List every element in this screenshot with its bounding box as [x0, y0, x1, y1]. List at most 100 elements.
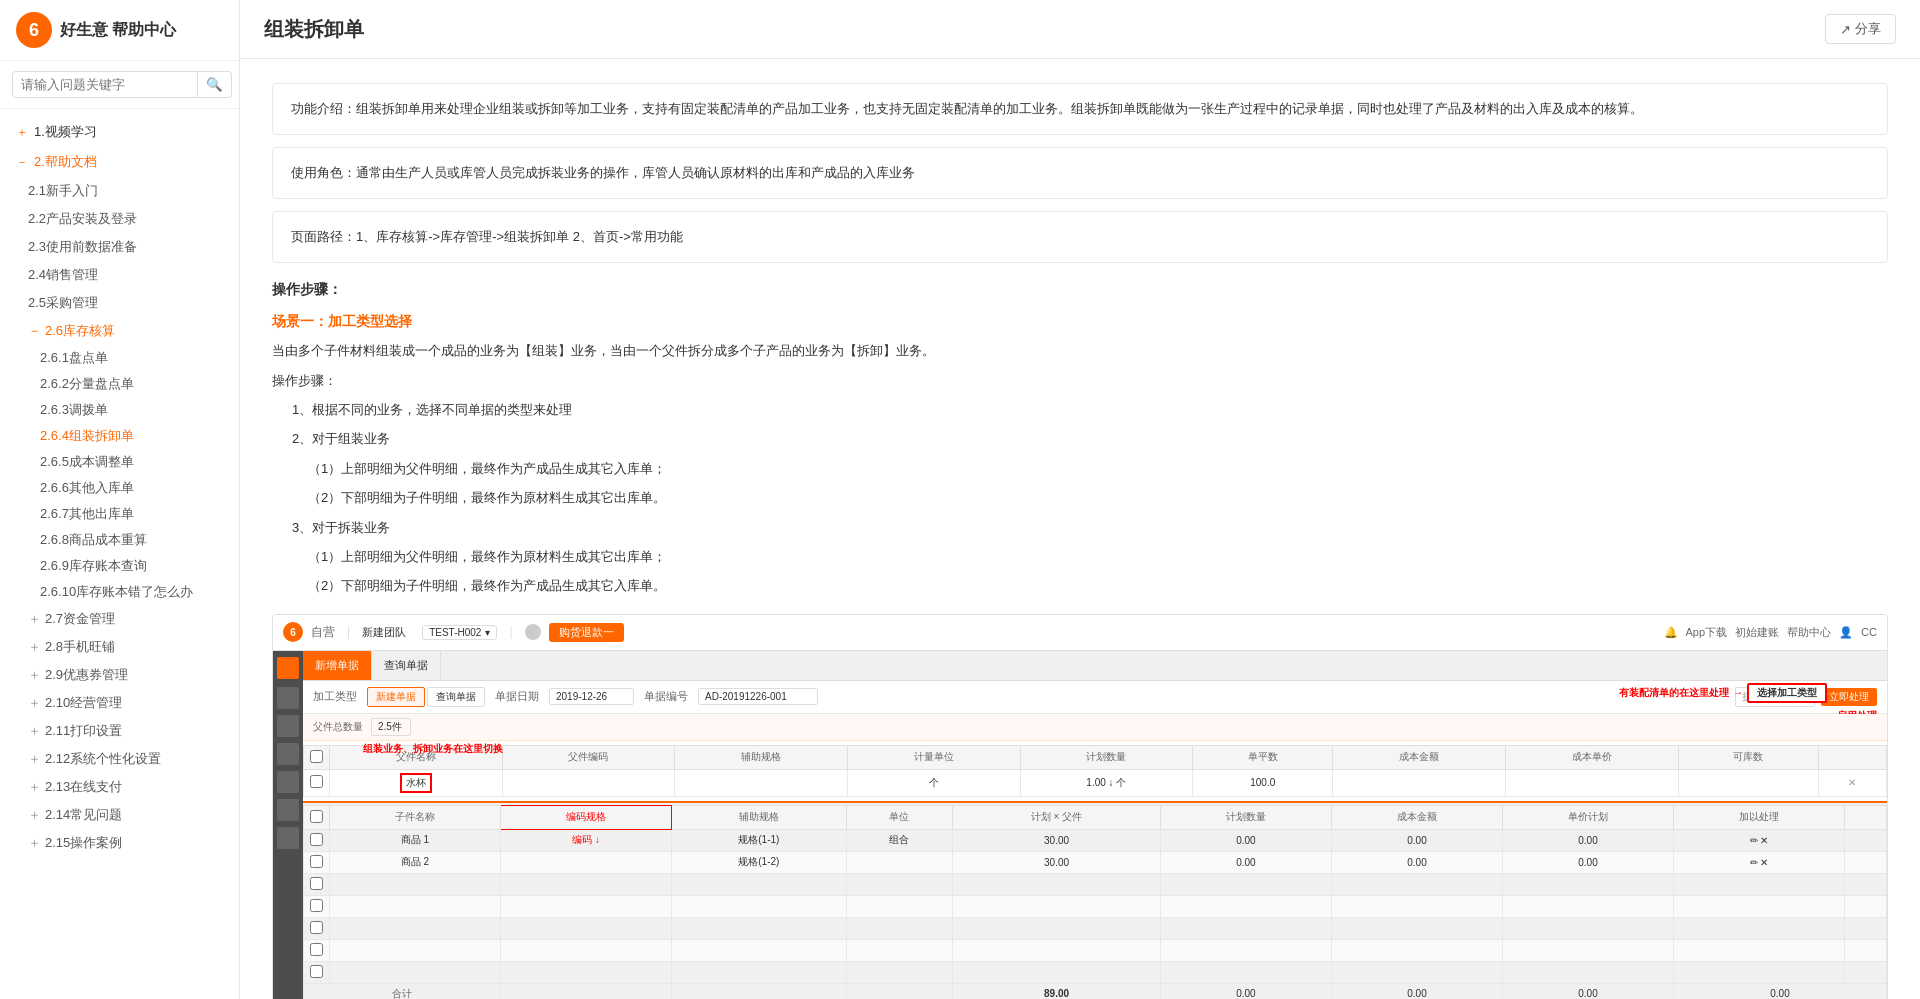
app-sidebar-icon3[interactable]	[277, 743, 299, 765]
app-icon-5: 👤	[1839, 626, 1853, 639]
type-btn-query[interactable]: 查询单据	[427, 687, 485, 707]
lr2-code	[501, 851, 672, 873]
app-sidebar-icon2[interactable]	[277, 715, 299, 737]
app-sidebar-icon1[interactable]	[277, 687, 299, 709]
sidebar-item-docs-212[interactable]: ＋2.12系统个性化设置	[28, 745, 239, 773]
lr2-ops: ✏ ✕	[1674, 851, 1845, 873]
feature-text: 功能介绍：组装拆卸单用来处理企业组装或拆卸等加工业务，支持有固定装配清单的产品加…	[291, 101, 1643, 116]
app-screenshot: 6 自营 | 新建团队 TEST-H002 ▾ | 购货退款一 🔔 App下载 …	[273, 615, 1887, 999]
row1-name-highlight[interactable]: 水杯	[400, 773, 432, 793]
toggle-row: 父件总数量 2.5件 组装业务、拆卸业务在这里切换	[303, 714, 1887, 741]
app-icon-3: 初始建账	[1735, 625, 1779, 640]
minus-icon-small: －	[28, 322, 41, 340]
sidebar-item-docs-27[interactable]: ＋2.7资金管理	[28, 605, 239, 633]
annotation1-target[interactable]: 选择加工类型	[1747, 683, 1827, 703]
company-selector[interactable]: TEST-H002 ▾	[422, 625, 497, 640]
th-unit-price: 成本单价	[1505, 745, 1678, 769]
app-icon-1: 🔔	[1664, 626, 1678, 639]
lr1-ops: ✏ ✕	[1674, 829, 1845, 851]
sidebar-item-docs-21[interactable]: 2.1新手入门	[28, 177, 239, 205]
form-order-input[interactable]: AD-20191226-001	[698, 688, 818, 705]
row1-delete-icon[interactable]: ✕	[1848, 777, 1856, 788]
sidebar-item-267[interactable]: 2.6.7其他出库单	[40, 501, 239, 527]
role-block: 使用角色：通常由生产人员或库管人员完成拆装业务的操作，库管人员确认原材料的出库和…	[272, 147, 1888, 199]
sidebar-item-docs-28[interactable]: ＋2.8手机旺铺	[28, 633, 239, 661]
sidebar-item-docs-210[interactable]: ＋2.10经营管理	[28, 689, 239, 717]
app-tab-query[interactable]: 查询单据	[372, 651, 441, 680]
sidebar-item-docs-24[interactable]: 2.4销售管理	[28, 261, 239, 289]
qty-input[interactable]: 2.5件	[371, 718, 411, 736]
plus-icon: ＋	[16, 124, 28, 141]
lower-row-7	[304, 961, 1887, 983]
lr1-spec: 规格(1-1)	[672, 829, 847, 851]
row1-check	[304, 769, 330, 796]
sidebar-item-docs-26[interactable]: － 2.6库存核算	[28, 317, 239, 345]
lr2-price: 0.00	[1502, 851, 1673, 873]
lower-row-6	[304, 939, 1887, 961]
lth-code: 编码规格	[501, 805, 672, 829]
th-spec: 辅助规格	[675, 745, 848, 769]
sidebar-item-268[interactable]: 2.6.8商品成本重算	[40, 527, 239, 553]
sidebar-item-263[interactable]: 2.6.3调拨单	[40, 397, 239, 423]
sidebar-item-266[interactable]: 2.6.6其他入库单	[40, 475, 239, 501]
row1-cost	[1333, 769, 1506, 796]
lr1-unit: 组合	[846, 829, 952, 851]
sidebar-item-video[interactable]: ＋ 1.视频学习	[0, 117, 239, 147]
disassembly-sub-steps: （1）上部明细为父件明细，最终作为原材料生成其它出库单； （2）下部明细为子件明…	[308, 545, 1888, 598]
app-sidebar-icon4[interactable]	[277, 771, 299, 793]
lower-table-area: 子件名称 编码规格 辅助规格 单位 计划 × 父件 计划数量 成本金额 单价计划	[303, 801, 1887, 999]
footer-price: 0.00	[1502, 983, 1673, 999]
app-sidebar-icon5[interactable]	[277, 799, 299, 821]
app-tab-new[interactable]: 新增单据	[303, 651, 372, 680]
app-body: 新增单据 查询单据 加工类型 新建单据 查询单据 单据日期 2019-12-26	[273, 651, 1887, 999]
sidebar-item-docs-22[interactable]: 2.2产品安装及登录	[28, 205, 239, 233]
form-order-label: 单据编号	[644, 689, 688, 704]
lth-ops: 加以处理	[1674, 805, 1845, 829]
select-all[interactable]	[310, 750, 323, 763]
assembly-sub2: （2）下部明细为子件明细，最终作为原材料生成其它出库单。	[308, 486, 1888, 509]
feature-block: 功能介绍：组装拆卸单用来处理企业组装或拆卸等加工业务，支持有固定装配清单的产品加…	[272, 83, 1888, 135]
share-button[interactable]: ↗ 分享	[1825, 14, 1896, 44]
sidebar: 6 好生意 帮助中心 🔍 ＋ 1.视频学习 － 2.帮助文档 2.1新手入门 2…	[0, 0, 240, 999]
search-button[interactable]: 🔍	[198, 71, 232, 98]
footer-label: 合计	[304, 983, 501, 999]
footer-cost: 0.00	[1331, 983, 1502, 999]
sidebar-item-docs-214[interactable]: ＋2.14常见问题	[28, 801, 239, 829]
sidebar-item-docs[interactable]: － 2.帮助文档	[0, 147, 239, 177]
sidebar-item-2610[interactable]: 2.6.10库存账本错了怎么办	[40, 579, 239, 605]
sidebar-item-docs-213[interactable]: ＋2.13在线支付	[28, 773, 239, 801]
upper-table: 父件名称 父件编码 辅助规格 计量单位 计划数量 单平数 成本金额 成本单价 可	[303, 745, 1887, 797]
sidebar-item-docs-23[interactable]: 2.3使用前数据准备	[28, 233, 239, 261]
sidebar-item-264[interactable]: 2.6.4组装拆卸单	[40, 423, 239, 449]
app-nav-btn[interactable]: 购货退款一	[549, 623, 624, 642]
minus-icon: －	[16, 154, 28, 171]
disassembly-sub2: （2）下部明细为子件明细，最终作为产成品生成其它入库单。	[308, 574, 1888, 597]
app-sidebar-icon6[interactable]	[277, 827, 299, 849]
lower-table: 子件名称 编码规格 辅助规格 单位 计划 × 父件 计划数量 成本金额 单价计划	[303, 805, 1887, 999]
submit-btn[interactable]: 立即处理	[1821, 688, 1877, 706]
search-input[interactable]	[12, 71, 198, 98]
sidebar-item-docs-29[interactable]: ＋2.9优惠券管理	[28, 661, 239, 689]
type-btn-new[interactable]: 新建单据	[367, 687, 425, 707]
sidebar-item-docs-215[interactable]: ＋2.15操作案例	[28, 829, 239, 857]
form-date-input[interactable]: 2019-12-26	[549, 688, 634, 705]
role-text: 使用角色：通常由生产人员或库管人员完成拆装业务的操作，库管人员确认原材料的出库和…	[291, 165, 915, 180]
type-buttons: 新建单据 查询单据	[367, 687, 485, 707]
footer-total: 0.00	[1674, 983, 1887, 999]
th-plan-qty: 计划数量	[1020, 745, 1193, 769]
app-team-label: 新建团队	[362, 625, 406, 640]
sidebar-sub-docs: 2.1新手入门 2.2产品安装及登录 2.3使用前数据准备 2.4销售管理 2.…	[0, 177, 239, 857]
path-text: 页面路径：1、库存核算->库存管理->组装拆卸单 2、首页->常用功能	[291, 229, 683, 244]
lr1-qty2: 0.00	[1160, 829, 1331, 851]
sidebar-item-269[interactable]: 2.6.9库存账本查询	[40, 553, 239, 579]
app-sidebar-home[interactable]	[277, 657, 299, 679]
search-box: 🔍	[0, 61, 239, 109]
lr2-qty1: 30.00	[953, 851, 1161, 873]
sidebar-item-docs-25[interactable]: 2.5采购管理	[28, 289, 239, 317]
sidebar-item-docs-211[interactable]: ＋2.11打印设置	[28, 717, 239, 745]
sidebar-item-261[interactable]: 2.6.1盘点单	[40, 345, 239, 371]
lower-row-2: 商品 2 规格(1-2) 30.00 0.00 0.00 0.00	[304, 851, 1887, 873]
sidebar-item-265[interactable]: 2.6.5成本调整单	[40, 449, 239, 475]
sidebar-item-262[interactable]: 2.6.2分量盘点单	[40, 371, 239, 397]
row1-spec	[675, 769, 848, 796]
